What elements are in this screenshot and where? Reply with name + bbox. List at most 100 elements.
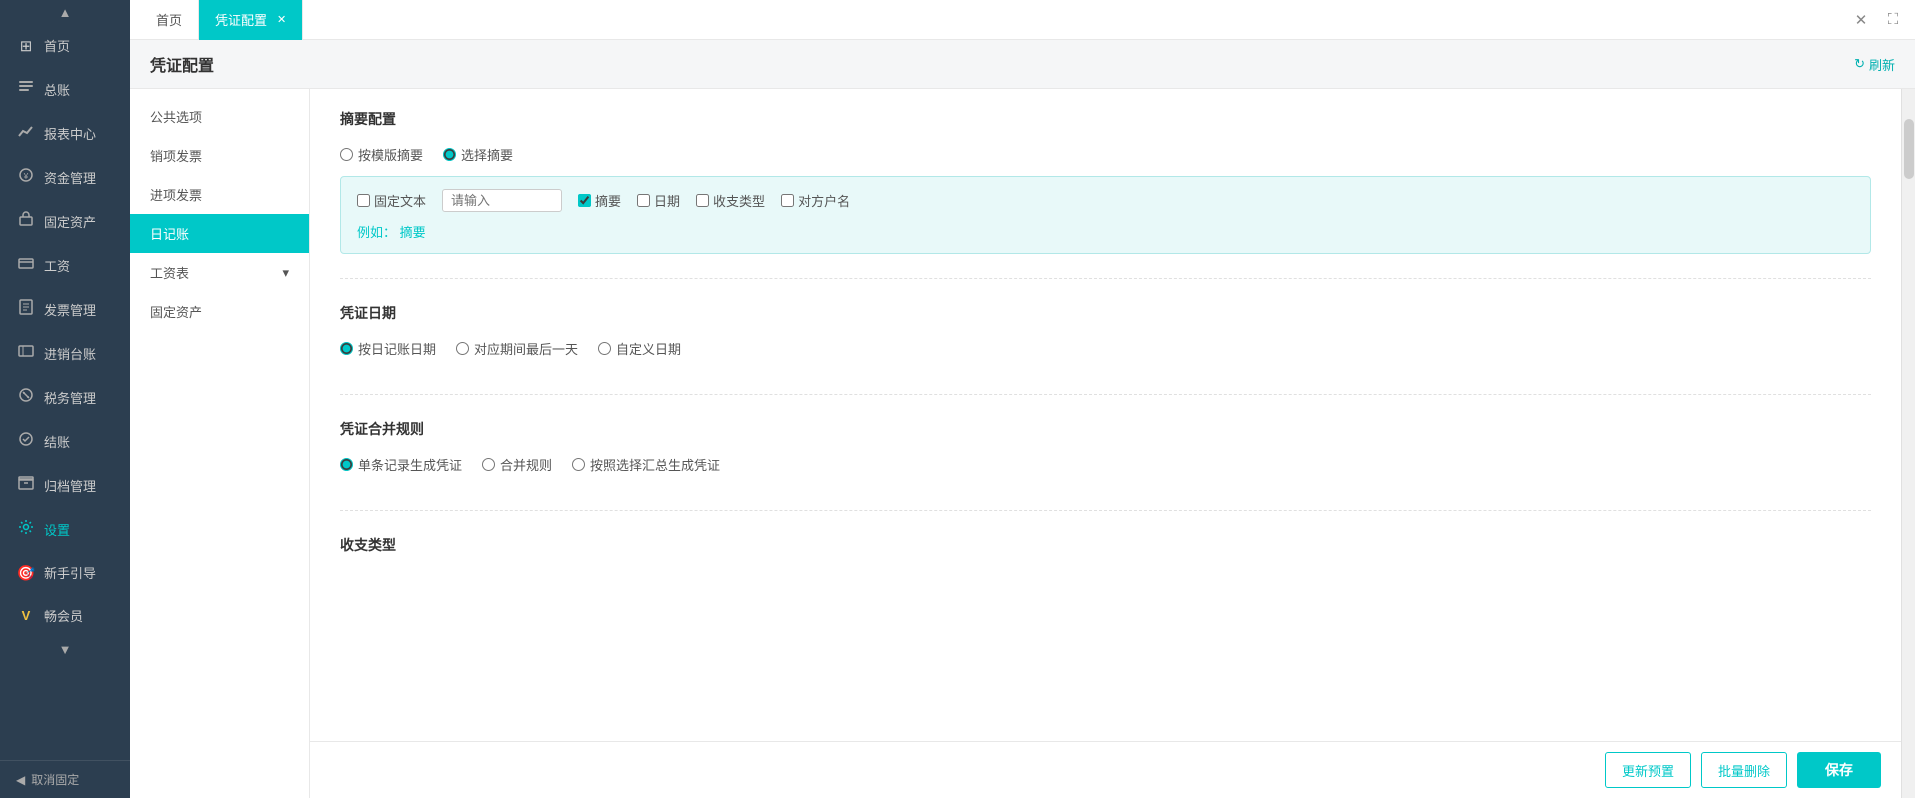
sidebar: ▲ ⊞ 首页 总账 报表中心 ¥ 资金管理 固定资产 工资 (0, 0, 130, 798)
guide-icon: 🎯 (16, 564, 36, 582)
checkbox-date[interactable]: 日期 (637, 191, 680, 210)
sidebar-item-fixed-assets[interactable]: 固定资产 (0, 199, 130, 243)
nav-item-sales-invoice[interactable]: 销项发票 (130, 136, 309, 175)
nav-item-public-options[interactable]: 公共选项 (130, 97, 309, 136)
tab-close-icon[interactable]: ✕ (277, 13, 286, 26)
assets-icon (16, 211, 36, 231)
save-button[interactable]: 保存 (1797, 752, 1881, 788)
sidebar-scroll-up[interactable]: ▲ (0, 0, 130, 24)
sidebar-item-salary[interactable]: 工资 (0, 243, 130, 287)
fund-icon: ¥ (16, 167, 36, 187)
summary-options-box: 固定文本 摘要 日期 (340, 176, 1871, 254)
sidebar-item-label: 报表中心 (44, 124, 96, 143)
nav-item-purchase-invoice[interactable]: 进项发票 (130, 175, 309, 214)
fixed-text-input[interactable] (442, 189, 562, 212)
scrollbar-thumb (1904, 119, 1914, 179)
main-content: 摘要配置 按模版摘要 选择摘要 (310, 89, 1901, 741)
salary-icon (16, 255, 36, 275)
update-preview-button[interactable]: 更新预置 (1605, 752, 1691, 788)
summary-radio-template[interactable]: 按模版摘要 (340, 145, 423, 164)
example-text: 例如： 摘要 (357, 222, 1854, 241)
sidebar-item-label: 发票管理 (44, 300, 96, 319)
invoice-icon (16, 299, 36, 319)
page-title: 凭证配置 (150, 52, 214, 76)
fullscreen-button[interactable]: ⛶ (1881, 8, 1905, 32)
sidebar-unpin-button[interactable]: ◀ 取消固定 (0, 760, 130, 798)
sidebar-item-label: 结账 (44, 432, 70, 451)
purchase-icon (16, 343, 36, 363)
summary-checkbox-row: 固定文本 摘要 日期 (357, 189, 1854, 212)
receipt-type-section: 收支类型 (340, 535, 1871, 595)
voucher-date-radio-journal[interactable]: 按日记账日期 (340, 339, 436, 358)
checkbox-fixed-text[interactable]: 固定文本 (357, 191, 426, 210)
sidebar-item-label: 进销台账 (44, 344, 96, 363)
checkbox-summary[interactable]: 摘要 (578, 191, 621, 210)
voucher-date-radio-custom[interactable]: 自定义日期 (598, 339, 681, 358)
sidebar-item-general-ledger[interactable]: 总账 (0, 67, 130, 111)
tab-bar: 首页 凭证配置 ✕ ✕ ⛶ (130, 0, 1915, 40)
summary-radio-select[interactable]: 选择摘要 (443, 145, 513, 164)
sidebar-item-checkout[interactable]: 结账 (0, 419, 130, 463)
sidebar-scroll-down[interactable]: ▼ (0, 637, 130, 661)
right-scrollbar[interactable] (1901, 89, 1915, 798)
sidebar-item-label: 首页 (44, 36, 70, 55)
footer-actions: 更新预置 批量删除 保存 (310, 741, 1901, 798)
sidebar-item-label: 工资 (44, 256, 70, 275)
pin-icon: ◀ (16, 773, 25, 787)
sidebar-item-fund-management[interactable]: ¥ 资金管理 (0, 155, 130, 199)
home-icon: ⊞ (16, 37, 36, 55)
sidebar-item-label: 新手引导 (44, 563, 96, 582)
content-area: 公共选项 销项发票 进项发票 日记账 工资表 ▾ 固定资产 (130, 89, 1915, 798)
voucher-date-title: 凭证日期 (340, 303, 1871, 323)
sidebar-item-label: 资金管理 (44, 168, 96, 187)
merge-rule-radio-single[interactable]: 单条记录生成凭证 (340, 455, 462, 474)
sidebar-item-label: 固定资产 (44, 212, 96, 231)
tab-actions: ✕ ⛶ (1849, 8, 1905, 32)
sidebar-item-vip-member[interactable]: V 畅会员 (0, 594, 130, 637)
nav-item-fixed-assets[interactable]: 固定资产 (130, 292, 309, 331)
sidebar-item-label: 畅会员 (44, 606, 83, 625)
svg-text:¥: ¥ (23, 172, 29, 181)
checkout-icon (16, 431, 36, 451)
merge-rule-radio-group: 单条记录生成凭证 合并规则 按照选择汇总生成凭证 (340, 455, 1871, 474)
left-nav: 公共选项 销项发票 进项发票 日记账 工资表 ▾ 固定资产 (130, 89, 310, 798)
voucher-date-section: 凭证日期 按日记账日期 对应期间最后一天 自定义日期 (340, 303, 1871, 395)
nav-item-payroll[interactable]: 工资表 ▾ (130, 253, 309, 292)
tax-icon (16, 387, 36, 407)
voucher-date-radio-group: 按日记账日期 对应期间最后一天 自定义日期 (340, 339, 1871, 358)
tab-voucher-config[interactable]: 凭证配置 ✕ (199, 0, 303, 40)
tab-home[interactable]: 首页 (140, 0, 199, 40)
checkbox-counterpart-name[interactable]: 对方户名 (781, 191, 850, 210)
batch-delete-button[interactable]: 批量删除 (1701, 752, 1787, 788)
sidebar-item-invoice-management[interactable]: 发票管理 (0, 287, 130, 331)
sidebar-item-purchase-sales[interactable]: 进销台账 (0, 331, 130, 375)
sidebar-item-settings[interactable]: 设置 (0, 507, 130, 551)
nav-item-journal[interactable]: 日记账 (130, 214, 309, 253)
summary-section: 摘要配置 按模版摘要 选择摘要 (340, 109, 1871, 279)
sidebar-item-tax-management[interactable]: 税务管理 (0, 375, 130, 419)
sidebar-item-label: 归档管理 (44, 476, 96, 495)
sidebar-item-label: 税务管理 (44, 388, 96, 407)
checkbox-receipt-type[interactable]: 收支类型 (696, 191, 765, 210)
archive-icon (16, 475, 36, 495)
sidebar-item-report-center[interactable]: 报表中心 (0, 111, 130, 155)
sidebar-item-archive-management[interactable]: 归档管理 (0, 463, 130, 507)
vip-icon: V (16, 608, 36, 623)
merge-rule-title: 凭证合并规则 (340, 419, 1871, 439)
voucher-date-radio-period-last[interactable]: 对应期间最后一天 (456, 339, 578, 358)
merge-rule-section: 凭证合并规则 单条记录生成凭证 合并规则 按照选择汇总生成凭证 (340, 419, 1871, 511)
refresh-button[interactable]: ↻ 刷新 (1854, 55, 1895, 74)
merge-rule-radio-merge[interactable]: 合并规则 (482, 455, 552, 474)
chevron-down-icon: ▾ (282, 265, 289, 281)
sidebar-item-home[interactable]: ⊞ 首页 (0, 24, 130, 67)
settings-icon (16, 519, 36, 539)
sidebar-item-label: 设置 (44, 520, 70, 539)
report-icon (16, 123, 36, 143)
close-window-button[interactable]: ✕ (1849, 8, 1873, 32)
sidebar-item-beginner-guide[interactable]: 🎯 新手引导 (0, 551, 130, 594)
summary-radio-group: 按模版摘要 选择摘要 (340, 145, 1871, 164)
receipt-type-title: 收支类型 (340, 535, 1871, 555)
page-header: 凭证配置 ↻ 刷新 (130, 40, 1915, 89)
ledger-icon (16, 79, 36, 99)
merge-rule-radio-summary[interactable]: 按照选择汇总生成凭证 (572, 455, 720, 474)
